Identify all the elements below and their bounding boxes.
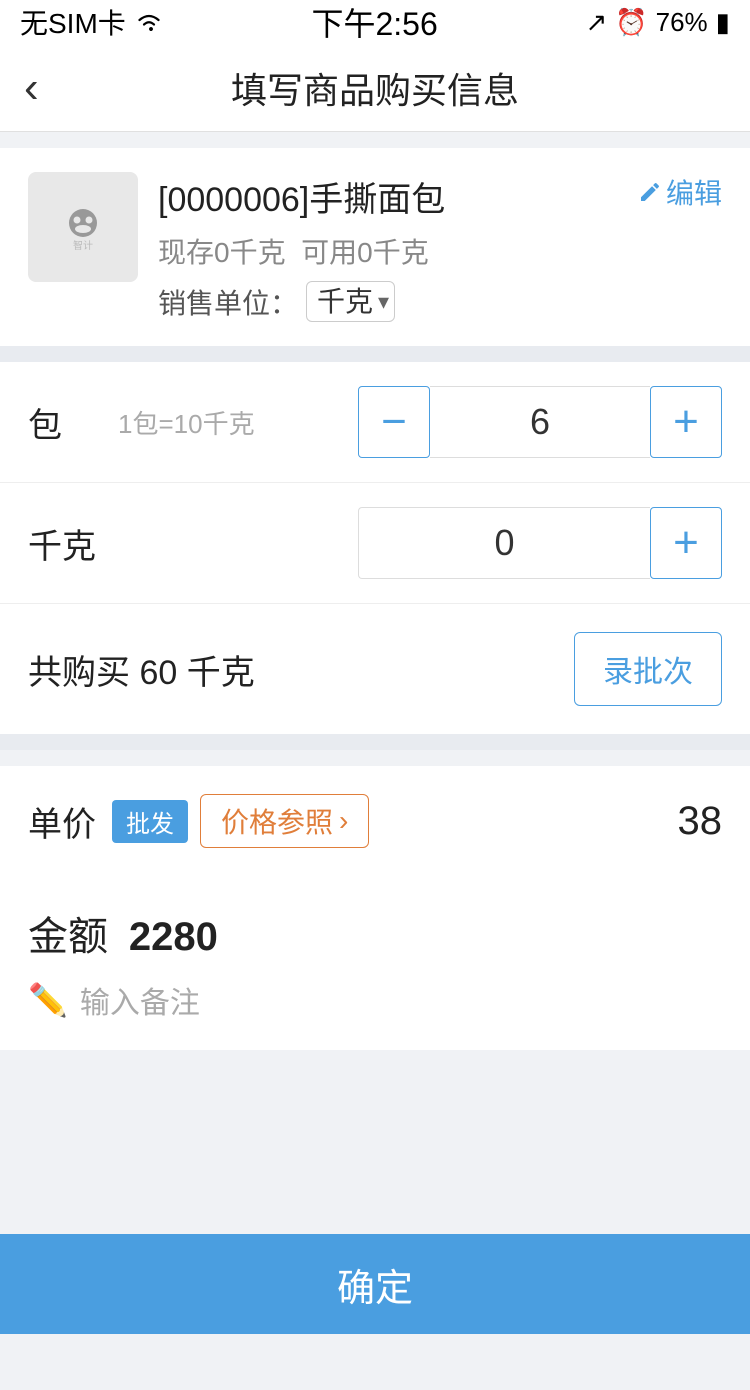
unit-select[interactable]: 千克 [306, 281, 395, 322]
battery-icon: ▮ [716, 7, 730, 38]
unit-select-wrap[interactable]: 千克 [306, 281, 395, 322]
empty-area [0, 1050, 750, 1390]
package-label: 包 [28, 398, 108, 447]
price-ref-label: 价格参照 [221, 801, 333, 841]
battery-text: 76% [656, 7, 708, 38]
amount-label: 金额 [28, 915, 108, 959]
price-label: 单价 [28, 797, 96, 846]
pencil-icon: ✏️ [28, 981, 68, 1019]
summary-unit: 千克 [187, 654, 255, 692]
carrier-text: 无SIM卡 [20, 2, 126, 42]
product-name: [0000006]手撕面包 [158, 172, 638, 221]
input-section: 包 1包=10千克 − + 千克 + [0, 362, 750, 604]
kg-plus-button[interactable]: + [650, 507, 722, 579]
price-ref-arrow: › [339, 805, 348, 837]
location-icon: ↗ [585, 7, 607, 38]
product-image: 智计 [28, 172, 138, 282]
unit-label: 销售单位： [158, 282, 298, 322]
batch-button[interactable]: 录批次 [574, 632, 722, 706]
price-tag: 批发 [112, 800, 188, 843]
edit-button[interactable]: 编辑 [638, 172, 722, 212]
page-title: 填写商品购买信息 [231, 62, 519, 114]
amount-section: 金额 2280 [0, 876, 750, 962]
product-unit-row: 销售单位： 千克 [158, 281, 722, 322]
kg-qty-input[interactable] [358, 507, 650, 579]
package-hint: 1包=10千克 [118, 404, 358, 441]
product-section: 智计 [0000006]手撕面包 编辑 现存0千克 可用0千克 销售单位： 千克 [0, 148, 750, 346]
divider-2 [0, 734, 750, 750]
bottom-bar[interactable]: 确定 [0, 1234, 750, 1334]
kg-input-control: + [358, 507, 722, 579]
summary-amount-val: 60 [139, 654, 177, 692]
product-logo-icon: 智计 [53, 197, 113, 257]
time-display: 下午2:56 [311, 0, 437, 45]
price-value: 38 [678, 799, 723, 844]
kg-label: 千克 [28, 519, 108, 568]
status-left: 无SIM卡 [20, 2, 164, 42]
svg-text:智计: 智计 [73, 239, 93, 252]
package-input-row: 包 1包=10千克 − + [0, 362, 750, 483]
package-input-control: − + [358, 386, 722, 458]
alarm-icon: ⏰ [615, 7, 647, 38]
divider-1 [0, 346, 750, 362]
note-row[interactable]: ✏️ 输入备注 [0, 962, 750, 1050]
wifi-icon [134, 11, 164, 33]
amount-value: 2280 [129, 915, 218, 959]
price-section: 单价 批发 价格参照 › 38 [0, 766, 750, 876]
note-placeholder: 输入备注 [80, 978, 200, 1022]
status-right: ↗ ⏰ 76% ▮ [585, 7, 730, 38]
confirm-button[interactable]: 确定 [337, 1257, 413, 1312]
product-stock: 现存0千克 可用0千克 [158, 231, 722, 271]
nav-bar: ‹ 填写商品购买信息 [0, 44, 750, 132]
price-ref-button[interactable]: 价格参照 › [200, 794, 369, 848]
package-qty-input[interactable] [430, 386, 650, 458]
kg-input-row: 千克 + [0, 483, 750, 604]
status-bar: 无SIM卡 下午2:56 ↗ ⏰ 76% ▮ [0, 0, 750, 44]
summary-text: 共购买 60 千克 [28, 645, 255, 694]
product-info: [0000006]手撕面包 编辑 现存0千克 可用0千克 销售单位： 千克 [158, 172, 722, 322]
package-plus-button[interactable]: + [650, 386, 722, 458]
edit-icon [638, 180, 662, 204]
summary-prefix: 共购买 [28, 654, 130, 692]
summary-section: 共购买 60 千克 录批次 [0, 604, 750, 734]
package-minus-button[interactable]: − [358, 386, 430, 458]
amount-row: 金额 2280 [28, 904, 722, 962]
back-button[interactable]: ‹ [24, 66, 39, 110]
edit-label: 编辑 [666, 172, 722, 212]
